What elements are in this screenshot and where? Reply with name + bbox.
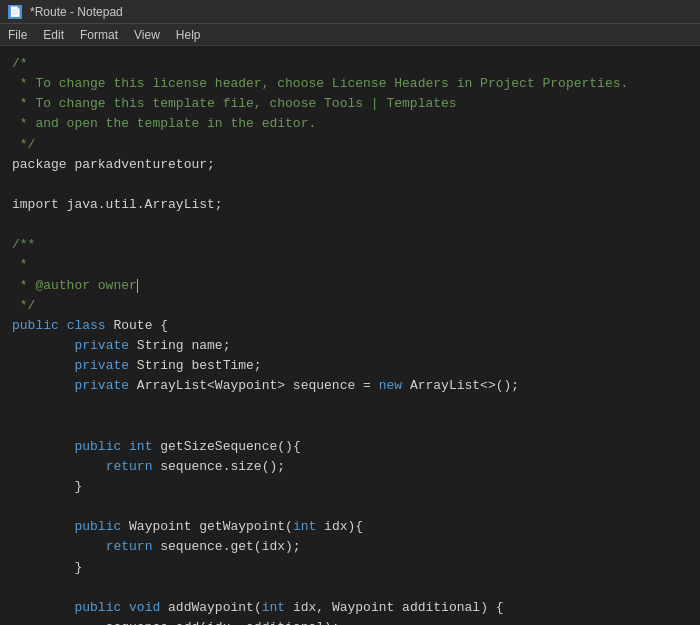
app-icon: 📄 [8, 5, 22, 19]
code-line [12, 417, 688, 437]
code-line: private ArrayList<Waypoint> sequence = n… [12, 376, 688, 396]
code-line: public class Route { [12, 316, 688, 336]
code-line [12, 175, 688, 195]
code-line: sequence.add(idx, additional); [12, 618, 688, 625]
menu-format[interactable]: Format [80, 28, 118, 42]
code-line: */ [12, 296, 688, 316]
code-line: private String bestTime; [12, 356, 688, 376]
code-line: } [12, 477, 688, 497]
code-editor[interactable]: /* * To change this license header, choo… [0, 46, 700, 625]
code-line: * To change this license header, choose … [12, 74, 688, 94]
code-line: public Waypoint getWaypoint(int idx){ [12, 517, 688, 537]
menu-help[interactable]: Help [176, 28, 201, 42]
code-line: * To change this template file, choose T… [12, 94, 688, 114]
title-bar: 📄 *Route - Notepad [0, 0, 700, 24]
code-line: return sequence.get(idx); [12, 537, 688, 557]
code-line [12, 396, 688, 416]
menu-file[interactable]: File [8, 28, 27, 42]
code-line: } [12, 558, 688, 578]
code-line: public int getSizeSequence(){ [12, 437, 688, 457]
menu-view[interactable]: View [134, 28, 160, 42]
code-line: /* [12, 54, 688, 74]
code-line: */ [12, 135, 688, 155]
code-line: * and open the template in the editor. [12, 114, 688, 134]
code-line: return sequence.size(); [12, 457, 688, 477]
code-line [12, 578, 688, 598]
code-line: /** [12, 235, 688, 255]
code-line: package parkadventuretour; [12, 155, 688, 175]
code-line: import java.util.ArrayList; [12, 195, 688, 215]
code-line [12, 497, 688, 517]
window-title: *Route - Notepad [30, 5, 123, 19]
menu-edit[interactable]: Edit [43, 28, 64, 42]
code-line [12, 215, 688, 235]
notepad-window: 📄 *Route - Notepad File Edit Format View… [0, 0, 700, 625]
code-line: public void addWaypoint(int idx, Waypoin… [12, 598, 688, 618]
menu-bar: File Edit Format View Help [0, 24, 700, 46]
code-line: private String name; [12, 336, 688, 356]
code-line: * [12, 255, 688, 275]
code-line: * @author owner [12, 276, 688, 296]
